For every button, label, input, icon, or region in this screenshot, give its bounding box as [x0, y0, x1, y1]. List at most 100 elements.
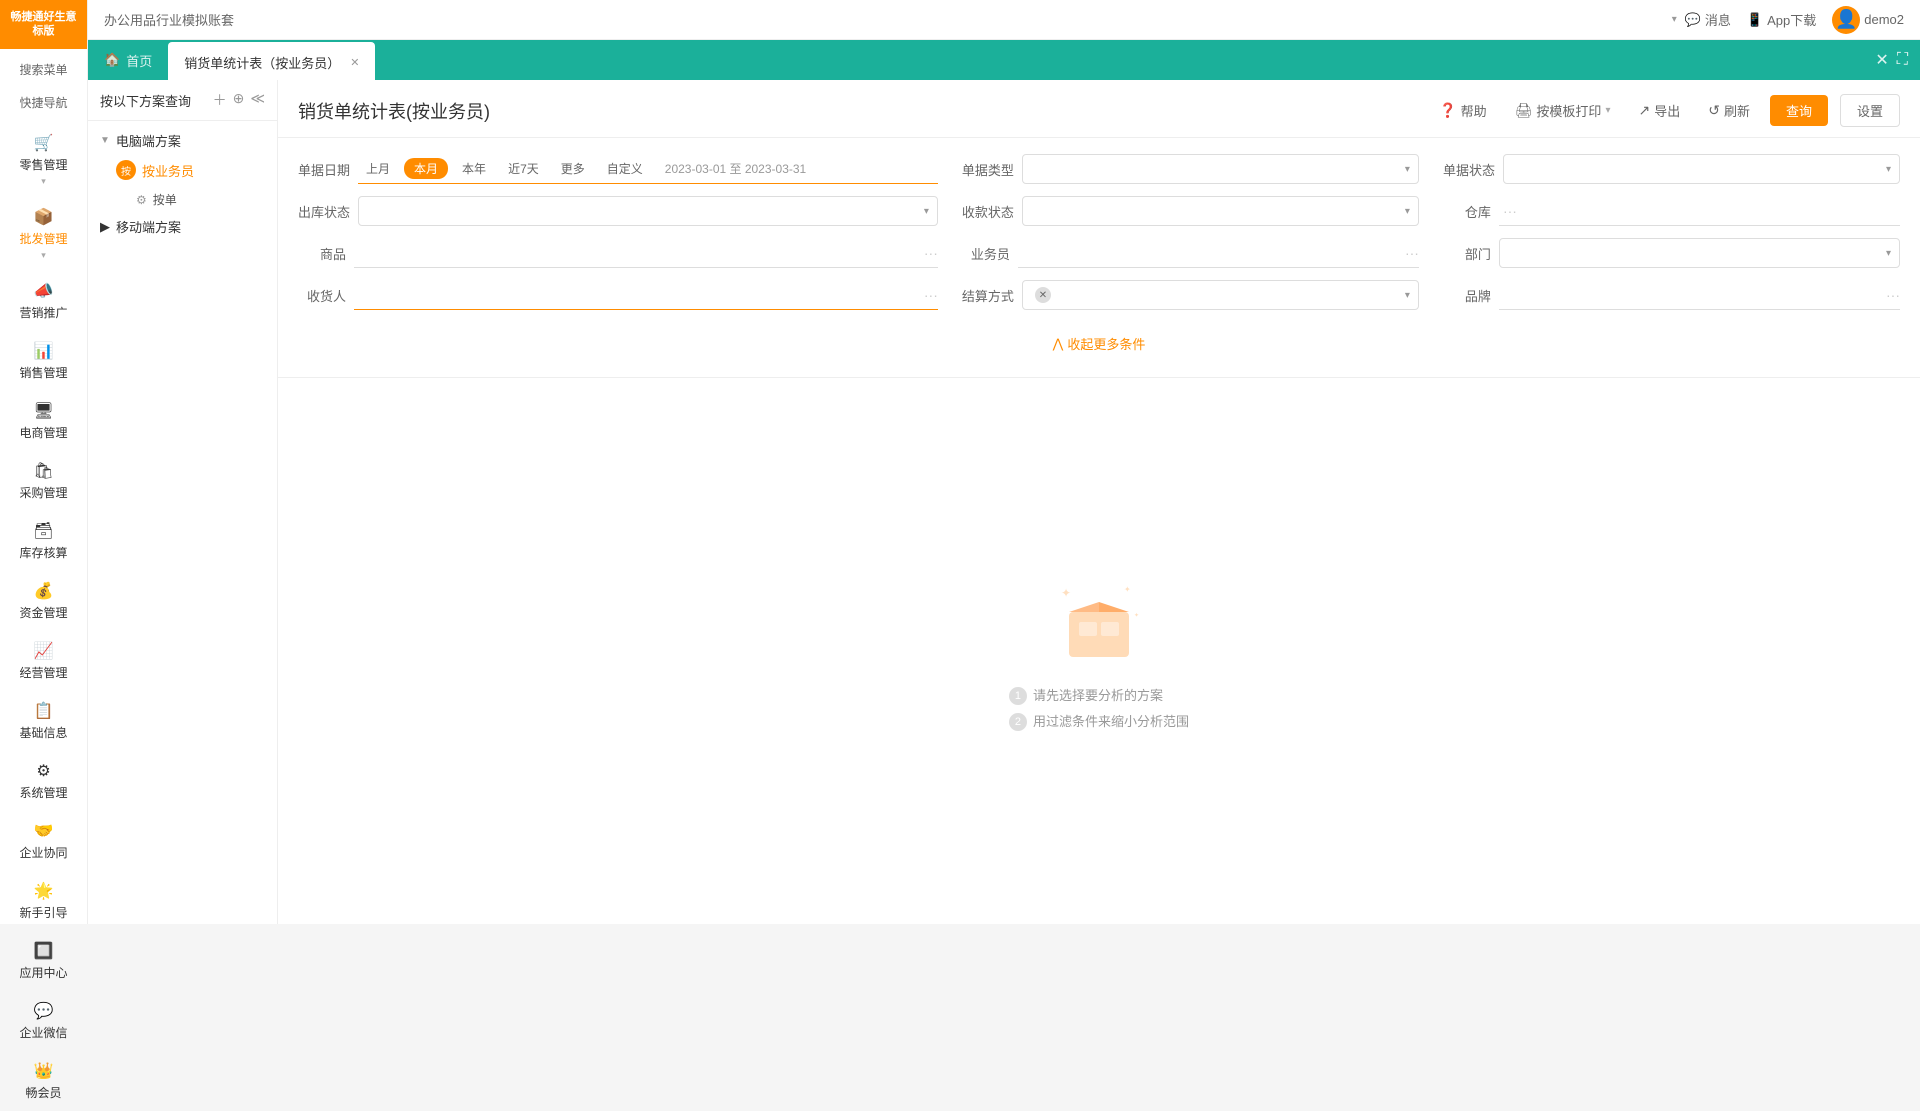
dept-arrow-icon: ▾	[1886, 248, 1891, 259]
export-button[interactable]: ↗ 导出	[1630, 97, 1688, 124]
enterprise-icon: 🤝	[34, 821, 54, 841]
system-icon: ⚙	[36, 761, 50, 781]
print-icon: 🖨	[1515, 102, 1533, 119]
sidebar-item-operation[interactable]: 📈 经营管理	[0, 631, 87, 691]
sidebar-item-marketing[interactable]: 📣 营销推广	[0, 271, 87, 331]
filter-row-1: 单据日期 上月 本月 本年 近7天 更多 自定义 2023-03-01 至 20…	[298, 154, 1900, 184]
warehouse-dots[interactable]: ···	[1503, 203, 1517, 219]
collapse-panel-icon[interactable]: ≪	[250, 90, 265, 110]
product-label: 商品	[298, 244, 354, 263]
filter-payment-status: 收款状态 ▾	[962, 196, 1419, 226]
topbar-title: 办公用品行业模拟账套	[104, 10, 1664, 29]
scheme-item-by-staff[interactable]: 按 按业务员	[88, 154, 277, 186]
sidebar-item-purchase[interactable]: 🛍 采购管理	[0, 451, 87, 511]
tab-close-icon[interactable]: ✕	[350, 56, 359, 69]
sidebar-item-system[interactable]: ⚙ 系统管理	[0, 751, 87, 811]
collapse-button[interactable]: ⋀ 收起更多条件	[1053, 326, 1146, 361]
sidebar-item-vip[interactable]: 👑 畅会员	[0, 1051, 87, 1111]
sidebar-shortcut[interactable]: 快捷导航	[0, 86, 87, 115]
doc-status-label: 单据状态	[1443, 160, 1503, 179]
sidebar-item-wechat[interactable]: 💬 企业微信	[0, 991, 87, 1051]
wholesale-icon: 📦	[34, 207, 54, 227]
add-scheme-icon[interactable]: ＋	[213, 90, 227, 110]
print-arrow-icon: ▾	[1605, 105, 1610, 116]
close-window-icon[interactable]: ✕	[1875, 50, 1888, 70]
payment-status-arrow-icon: ▾	[1405, 206, 1410, 217]
filter-dept: 部门 ▾	[1443, 238, 1900, 268]
filter-doc-status: 单据状态 ▾	[1443, 154, 1900, 184]
settings-scheme-icon[interactable]: ⊕	[233, 90, 245, 110]
consignee-input[interactable]	[354, 287, 920, 302]
date-label: 单据日期	[298, 160, 358, 179]
doc-type-select[interactable]: ▾	[1022, 154, 1419, 184]
chevron-icon2: ▾	[41, 250, 46, 261]
scheme-item-icon: 按	[116, 160, 136, 180]
payment-method-clear-icon[interactable]: ✕	[1035, 287, 1051, 303]
sidebar-item-newbie[interactable]: 🌟 新手引导	[0, 871, 87, 931]
finance-icon: 💰	[34, 581, 54, 601]
message-button[interactable]: 💬 消息	[1685, 10, 1731, 29]
sidebar-item-apps[interactable]: 🔲 应用中心	[0, 931, 87, 991]
help-button[interactable]: ❓ 帮助	[1431, 97, 1494, 124]
app-download-button[interactable]: 📱 App下载	[1747, 10, 1816, 29]
scheme-group-mobile[interactable]: ▶ 移动端方案	[88, 213, 277, 240]
staff-input[interactable]	[1018, 245, 1401, 260]
settings-button[interactable]: 设置	[1840, 94, 1900, 127]
operation-icon: 📈	[34, 641, 54, 661]
doc-type-label: 单据类型	[962, 160, 1022, 179]
topbar-dropdown-icon[interactable]: ▾	[1672, 14, 1677, 25]
date-btn-more[interactable]: 更多	[553, 158, 593, 179]
product-dots[interactable]: ···	[924, 245, 938, 261]
sidebar-item-wholesale[interactable]: 📦 批发管理 ▾	[0, 197, 87, 271]
tab-home[interactable]: 🏠 首页	[88, 40, 168, 80]
product-input[interactable]	[354, 245, 920, 260]
tab-sales-stat[interactable]: 销货单统计表（按业务员） ✕	[168, 42, 375, 82]
maximize-icon[interactable]: ⛶	[1897, 51, 1908, 69]
sidebar-item-sales[interactable]: 📊 销售管理	[0, 331, 87, 391]
sidebar-item-basic[interactable]: 📋 基础信息	[0, 691, 87, 751]
scheme-group-pc[interactable]: ▼ 电脑端方案	[88, 127, 277, 154]
date-btn-thisyear[interactable]: 本年	[454, 158, 494, 179]
dept-select[interactable]: ▾	[1499, 238, 1900, 268]
sidebar-item-retail[interactable]: 🛒 零售管理 ▾	[0, 123, 87, 197]
sidebar-search[interactable]: 搜索菜单	[0, 49, 87, 86]
sidebar-item-inventory[interactable]: 🗃 库存核算	[0, 511, 87, 571]
filter-doc-type: 单据类型 ▾	[962, 154, 1419, 184]
date-btn-7days[interactable]: 近7天	[500, 158, 547, 179]
payment-method-select[interactable]: ✕ ▾	[1022, 280, 1419, 310]
date-btn-custom[interactable]: 自定义	[599, 158, 651, 179]
refresh-button[interactable]: ↺ 刷新	[1700, 97, 1758, 124]
out-status-select[interactable]: ▾	[358, 196, 938, 226]
date-btn-thismonth[interactable]: 本月	[404, 158, 448, 179]
out-status-label: 出库状态	[298, 202, 358, 221]
date-btn-lastmonth[interactable]: 上月	[358, 158, 398, 179]
template-print-button[interactable]: 🖨 按模板打印 ▾	[1507, 97, 1619, 124]
sidebar-item-ecommerce[interactable]: 🖥 电商管理	[0, 391, 87, 451]
product-control: ···	[354, 238, 938, 268]
scheme-sub-item-by-doc[interactable]: ⚙ 按单	[88, 186, 277, 213]
staff-dots[interactable]: ···	[1405, 245, 1419, 261]
scheme-section: ▼ 电脑端方案 按 按业务员 ⚙ 按单 ▶ 移动端方案	[88, 121, 277, 246]
consignee-control: ···	[354, 280, 938, 310]
brand-input[interactable]	[1499, 287, 1882, 302]
brand-label: 品牌	[1443, 286, 1499, 305]
consignee-dots[interactable]: ···	[924, 287, 938, 303]
hint-num-1: 1	[1009, 687, 1027, 705]
doc-status-select[interactable]: ▾	[1503, 154, 1900, 184]
user-menu-button[interactable]: 👤 demo2	[1832, 6, 1904, 34]
payment-status-select[interactable]: ▾	[1022, 196, 1419, 226]
empty-svg: ✦ ✦ ✦	[1049, 567, 1149, 667]
export-icon: ↗	[1638, 102, 1650, 119]
query-button[interactable]: 查询	[1770, 95, 1828, 126]
collapse-row: ⋀ 收起更多条件	[298, 322, 1900, 361]
chevron-icon: ▾	[41, 176, 46, 187]
sidebar-item-finance[interactable]: 💰 资金管理	[0, 571, 87, 631]
left-panel-header: 按以下方案查询 ＋ ⊕ ≪	[88, 80, 277, 121]
main-area: 办公用品行业模拟账套 ▾ 💬 消息 📱 App下载 👤 demo2 🏠 首页	[88, 0, 1920, 924]
sidebar-item-enterprise[interactable]: 🤝 企业协同	[0, 811, 87, 871]
left-panel: 按以下方案查询 ＋ ⊕ ≪ ▼ 电脑端方案 按 按业务员	[88, 80, 278, 924]
empty-text: 1 请先选择要分析的方案 2 用过滤条件来缩小分析范围	[1009, 683, 1189, 735]
brand-dots[interactable]: ···	[1886, 287, 1900, 303]
retail-icon: 🛒	[34, 133, 54, 153]
tabbar-right: ✕ ⛶	[1875, 50, 1920, 70]
